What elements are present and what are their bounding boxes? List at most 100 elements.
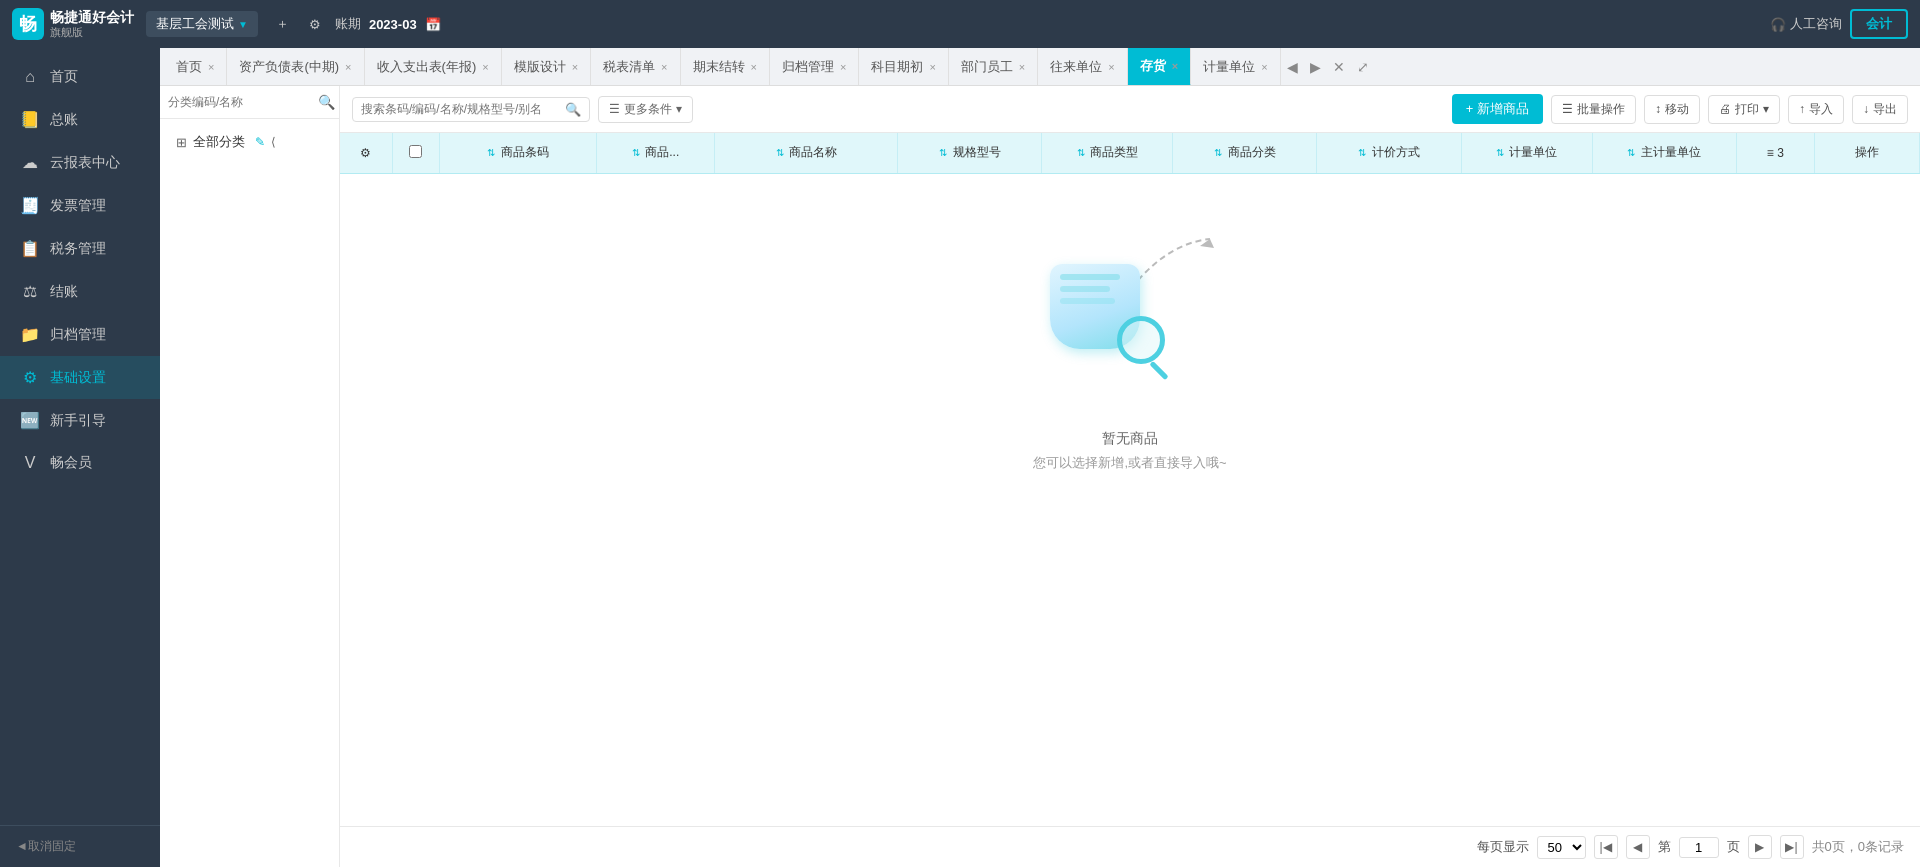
col-header-gear[interactable]: ⚙ <box>340 133 392 173</box>
tab-income[interactable]: 收入支出表(年报) × <box>365 48 502 86</box>
page-prev-button[interactable]: ◀ <box>1626 835 1650 859</box>
table-area: 🔍 ☰ 更多条件 ▾ + 新增商品 ☰ 批量操作 <box>340 86 1920 867</box>
sidebar-item-archive[interactable]: 📁 归档管理 <box>0 313 160 356</box>
document-shape <box>1050 264 1170 374</box>
col-header-col3[interactable]: ≡ 3 <box>1736 133 1815 173</box>
tab-archive[interactable]: 归档管理 × <box>770 48 859 86</box>
sidebar-item-tax[interactable]: 📋 税务管理 <box>0 227 160 270</box>
sidebar-item-invoice[interactable]: 🧾 发票管理 <box>0 184 160 227</box>
tab-unit-close[interactable]: × <box>1261 61 1267 73</box>
export-button[interactable]: ↓ 导出 <box>1852 95 1908 124</box>
sidebar-item-home[interactable]: ⌂ 首页 <box>0 56 160 98</box>
batch-operation-button[interactable]: ☰ 批量操作 <box>1551 95 1636 124</box>
company-name: 基层工会测试 <box>156 15 234 33</box>
tab-taxlist[interactable]: 税表清单 × <box>591 48 680 86</box>
app-name: 畅捷通好会计 旗舰版 <box>50 9 134 39</box>
sort-icon-main-unit: ⇅ <box>1627 147 1635 158</box>
tab-dept-close[interactable]: × <box>1019 61 1025 73</box>
empty-state: 暂无商品 您可以选择新增,或者直接导入哦~ <box>340 174 1920 532</box>
page-last-button[interactable]: ▶| <box>1780 835 1804 859</box>
tab-expand[interactable]: ⤢ <box>1351 59 1375 75</box>
pagination-bar: 每页显示 50 |◀ ◀ 第 页 ▶ ▶| 共0页，0条记录 <box>340 826 1920 867</box>
category-search-icon[interactable]: 🔍 <box>318 94 335 110</box>
tab-archive-close[interactable]: × <box>840 61 846 73</box>
grid-icon: ⊞ <box>176 135 187 150</box>
tab-home-label: 首页 <box>176 58 202 76</box>
search-icon[interactable]: 🔍 <box>565 102 581 117</box>
tab-template[interactable]: 模版设计 × <box>502 48 591 86</box>
table-wrapper: ⚙ ⇅ 商品条码 ⇅ <box>340 133 1920 826</box>
add-product-button[interactable]: + 新增商品 <box>1452 94 1543 124</box>
sidebar-item-close[interactable]: ⚖ 结账 <box>0 270 160 313</box>
col-header-barcode[interactable]: ⇅ 商品条码 <box>440 133 597 173</box>
col-header-name[interactable]: ⇅ 商品名称 <box>715 133 898 173</box>
tab-period-close-icon[interactable]: × <box>751 61 757 73</box>
tab-taxlist-label: 税表清单 <box>603 58 655 76</box>
tab-balance-close[interactable]: × <box>345 61 351 73</box>
tab-dept[interactable]: 部门员工 × <box>949 48 1038 86</box>
sort-icon-code: ⇅ <box>632 147 640 158</box>
tab-contact-close[interactable]: × <box>1108 61 1114 73</box>
logo-icon: 畅 <box>12 8 44 40</box>
unpin-button[interactable]: ◄取消固定 <box>0 825 160 867</box>
page-first-button[interactable]: |◀ <box>1594 835 1618 859</box>
sidebar-item-ledger[interactable]: 📒 总账 <box>0 98 160 141</box>
col-header-category[interactable]: ⇅ 商品分类 <box>1173 133 1317 173</box>
tab-scroll-right[interactable]: ▶ <box>1304 59 1327 75</box>
search-input[interactable] <box>361 102 561 116</box>
category-search-input[interactable] <box>168 95 318 109</box>
tab-subject[interactable]: 科目期初 × <box>859 48 948 86</box>
tab-period-close[interactable]: 期末结转 × <box>681 48 770 86</box>
sidebar-label-close: 结账 <box>50 283 78 301</box>
col-header-main-unit[interactable]: ⇅ 主计量单位 <box>1592 133 1736 173</box>
account-type-button[interactable]: 会计 <box>1850 9 1908 39</box>
add-tab-button[interactable]: ＋ <box>270 11 295 37</box>
tab-income-label: 收入支出表(年报) <box>377 58 477 76</box>
tab-home[interactable]: 首页 × <box>164 48 227 86</box>
filter-icon: ☰ <box>609 102 620 116</box>
col-header-spec[interactable]: ⇅ 规格型号 <box>898 133 1042 173</box>
tab-balance[interactable]: 资产负债表(中期) × <box>227 48 364 86</box>
service-button[interactable]: 🎧 人工咨询 <box>1770 15 1842 33</box>
page-next-button[interactable]: ▶ <box>1748 835 1772 859</box>
col-header-type[interactable]: ⇅ 商品类型 <box>1042 133 1173 173</box>
tab-taxlist-close[interactable]: × <box>661 61 667 73</box>
tab-income-close[interactable]: × <box>482 61 488 73</box>
tab-template-close[interactable]: × <box>572 61 578 73</box>
tab-bar: 首页 × 资产负债表(中期) × 收入支出表(年报) × 模版设计 × 税表清单… <box>160 48 1920 86</box>
settings-button[interactable]: ⚙ <box>303 13 327 36</box>
page-number-input[interactable] <box>1679 837 1719 858</box>
import-icon: ↑ <box>1799 102 1805 116</box>
tab-unit[interactable]: 计量单位 × <box>1191 48 1280 86</box>
company-selector[interactable]: 基层工会测试 ▼ <box>146 11 258 37</box>
select-all-checkbox[interactable] <box>409 145 422 158</box>
tab-inventory-close[interactable]: × <box>1172 60 1178 72</box>
tab-period-close-label: 期末结转 <box>693 58 745 76</box>
import-button[interactable]: ↑ 导入 <box>1788 95 1844 124</box>
move-button[interactable]: ↕ 移动 <box>1644 95 1700 124</box>
tab-home-close[interactable]: × <box>208 61 214 73</box>
category-edit-icon[interactable]: ✎ <box>255 135 265 149</box>
page-size-select[interactable]: 50 <box>1537 836 1586 859</box>
calendar-icon[interactable]: 📅 <box>425 17 441 32</box>
col-header-price-method[interactable]: ⇅ 计价方式 <box>1317 133 1461 173</box>
col-header-code[interactable]: ⇅ 商品... <box>597 133 715 173</box>
sidebar-item-settings[interactable]: ⚙ 基础设置 <box>0 356 160 399</box>
sort-icon-price: ⇅ <box>1358 147 1366 158</box>
tab-scroll-left[interactable]: ◀ <box>1281 59 1304 75</box>
tab-close-all[interactable]: ✕ <box>1327 59 1351 75</box>
col-header-check[interactable] <box>392 133 439 173</box>
category-collapse-button[interactable]: ⟨ <box>271 135 276 149</box>
toolbar-right: + 新增商品 ☰ 批量操作 ↕ 移动 🖨 打印 <box>1452 94 1908 124</box>
print-button[interactable]: 🖨 打印 ▾ <box>1708 95 1780 124</box>
sidebar-item-reports[interactable]: ☁ 云报表中心 <box>0 141 160 184</box>
content-area: 首页 × 资产负债表(中期) × 收入支出表(年报) × 模版设计 × 税表清单… <box>160 48 1920 867</box>
category-all-item[interactable]: ⊞ 全部分类 ✎ ⟨ <box>168 127 331 157</box>
col-header-unit[interactable]: ⇅ 计量单位 <box>1461 133 1592 173</box>
tab-subject-close[interactable]: × <box>929 61 935 73</box>
sidebar-item-member[interactable]: V 畅会员 <box>0 442 160 484</box>
tab-inventory[interactable]: 存货 × <box>1128 48 1191 86</box>
tab-contact[interactable]: 往来单位 × <box>1038 48 1127 86</box>
more-filter-button[interactable]: ☰ 更多条件 ▾ <box>598 96 693 123</box>
sidebar-item-guide[interactable]: 🆕 新手引导 <box>0 399 160 442</box>
